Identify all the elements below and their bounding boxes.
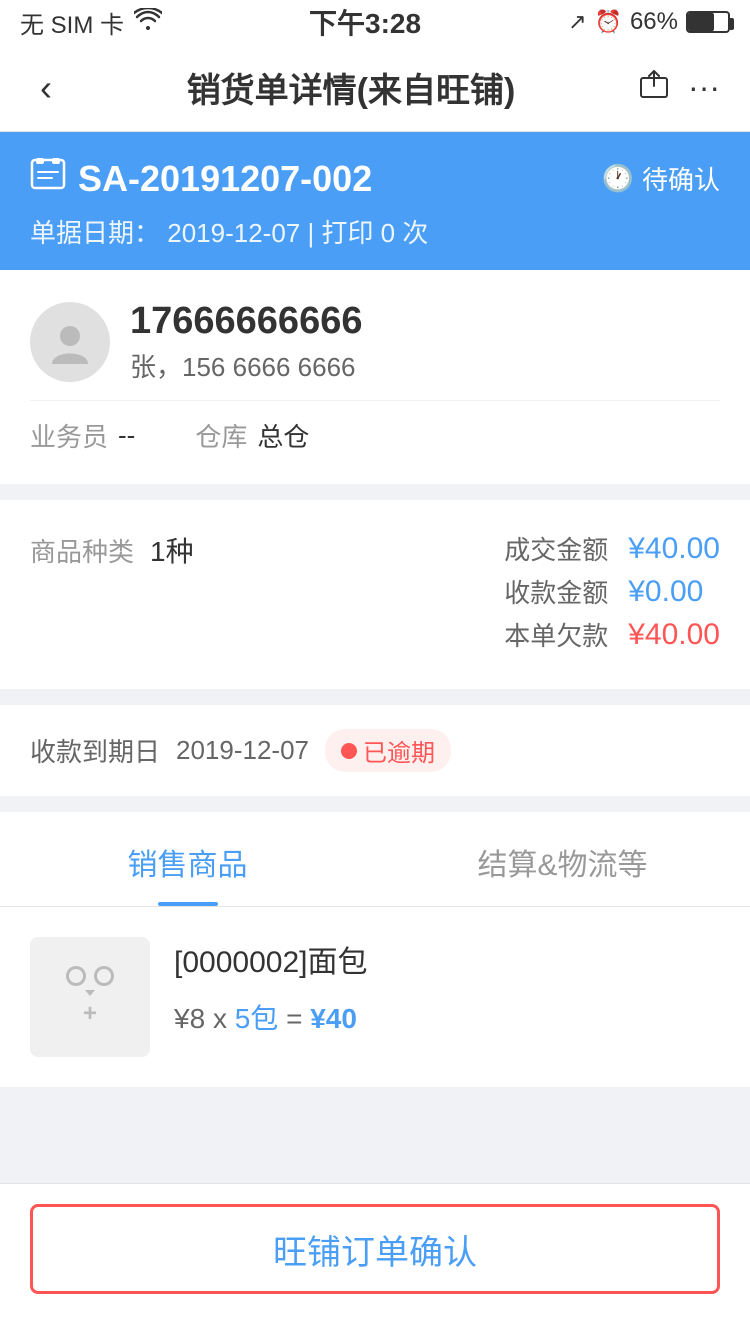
warehouse-label: 仓库 (195, 417, 247, 454)
overdue-dot-icon (341, 743, 357, 759)
price-total: ¥40 (310, 1003, 357, 1034)
location-icon: ↗ (568, 9, 586, 35)
order-header: SA-20191207-002 🕐 待确认 单据日期： 2019-12-07 |… (0, 132, 750, 270)
bottom-bar: 旺铺订单确认 (0, 1183, 750, 1334)
nav-bar: ‹ 销货单详情(来自旺铺) ··· (0, 44, 750, 132)
order-id: SA-20191207-002 (30, 156, 372, 201)
stats-kind: 商品种类 1种 (30, 530, 194, 570)
share-icon[interactable] (640, 70, 668, 105)
debt-row: 本单欠款 ¥40.00 (504, 616, 720, 653)
status-bar: 无 SIM 卡 下午3:28 ↗ ⏰ 66% (0, 0, 750, 44)
debt-label: 本单欠款 (504, 616, 608, 653)
receipt-amount-label: 收款金额 (504, 573, 608, 610)
clock-icon: 🕐 (602, 163, 634, 194)
owl-plus-icon: + (83, 1000, 97, 1028)
kind-label: 商品种类 (30, 532, 134, 569)
tab-settlement[interactable]: 结算&物流等 (375, 812, 750, 906)
divider (30, 400, 720, 401)
order-id-row: SA-20191207-002 🕐 待确认 (30, 156, 720, 201)
warehouse-value: 总仓 (257, 417, 309, 454)
customer-details: 17666666666 张，156 6666 6666 (130, 300, 362, 384)
due-date-value: 2019-12-07 (176, 735, 309, 766)
receipt-amount-row: 收款金额 ¥0.00 (504, 573, 720, 610)
status-left: 无 SIM 卡 (20, 5, 162, 40)
back-button[interactable]: ‹ (30, 57, 62, 119)
customer-name: 张，156 6666 6666 (130, 347, 362, 384)
battery-label: 66% (630, 8, 678, 36)
owl-left-eye (66, 966, 86, 986)
product-list: + [0000002]面包 ¥8 x 5包 = ¥40 (0, 907, 750, 1087)
avatar (30, 302, 110, 382)
customer-section: 17666666666 张，156 6666 6666 业务员 -- 仓库 总仓 (0, 270, 750, 484)
stats-section: 商品种类 1种 成交金额 ¥40.00 收款金额 ¥0.00 本单欠款 ¥40.… (0, 500, 750, 689)
deal-amount-row: 成交金额 ¥40.00 (504, 530, 720, 567)
equals-sign: = (286, 1003, 310, 1034)
page-title: 销货单详情(来自旺铺) (187, 63, 516, 112)
status-right: ↗ ⏰ 66% (568, 8, 730, 36)
price-unit: ¥8 (174, 1003, 205, 1034)
tabs-row: 销售商品 结算&物流等 (0, 812, 750, 907)
deal-amount-label: 成交金额 (504, 530, 608, 567)
product-name: [0000002]面包 (174, 937, 720, 981)
price-qty: 5包 (235, 1003, 279, 1034)
multiply-sign: x (213, 1003, 235, 1034)
owl-eyes (66, 966, 114, 986)
debt-value: ¥40.00 (628, 618, 720, 652)
order-type-icon (30, 156, 66, 201)
owl-logo: + (66, 966, 114, 1028)
confirm-order-button[interactable]: 旺铺订单确认 (30, 1204, 720, 1294)
more-icon[interactable]: ··· (688, 69, 720, 106)
overdue-badge: 已逾期 (325, 729, 451, 772)
kind-value: 1种 (150, 530, 194, 570)
receipt-amount-value: ¥0.00 (628, 575, 703, 609)
customer-meta: 业务员 -- 仓库 总仓 (30, 417, 720, 454)
salesman-item: 业务员 -- (30, 417, 135, 454)
due-date-label: 收款到期日 (30, 732, 160, 769)
salesman-value: -- (118, 420, 135, 451)
product-price: ¥8 x 5包 = ¥40 (174, 997, 720, 1037)
owl-beak (85, 990, 95, 996)
tab-sales-products[interactable]: 销售商品 (0, 812, 375, 906)
wifi-icon (134, 8, 162, 37)
product-thumbnail: + (30, 937, 150, 1057)
stats-amounts: 成交金额 ¥40.00 收款金额 ¥0.00 本单欠款 ¥40.00 (504, 530, 720, 659)
product-item: + [0000002]面包 ¥8 x 5包 = ¥40 (30, 937, 720, 1057)
deal-amount-value: ¥40.00 (628, 532, 720, 566)
order-status: 🕐 待确认 (602, 160, 720, 197)
nav-actions: ··· (640, 69, 720, 106)
due-date-section: 收款到期日 2019-12-07 已逾期 (0, 705, 750, 796)
status-time: 下午3:28 (309, 2, 421, 42)
customer-phone: 17666666666 (130, 300, 362, 343)
customer-row: 17666666666 张，156 6666 6666 (30, 300, 720, 384)
alarm-icon: ⏰ (595, 9, 622, 35)
carrier-label: 无 SIM 卡 (20, 5, 124, 40)
warehouse-item: 仓库 总仓 (195, 417, 309, 454)
product-info: [0000002]面包 ¥8 x 5包 = ¥40 (174, 937, 720, 1037)
order-date: 单据日期： 2019-12-07 | 打印 0 次 (30, 213, 720, 250)
tabs-section: 销售商品 结算&物流等 + [0000002]面包 ¥8 (0, 812, 750, 1087)
overdue-text: 已逾期 (363, 733, 435, 768)
battery-icon (686, 11, 730, 33)
owl-right-eye (94, 966, 114, 986)
salesman-label: 业务员 (30, 417, 108, 454)
